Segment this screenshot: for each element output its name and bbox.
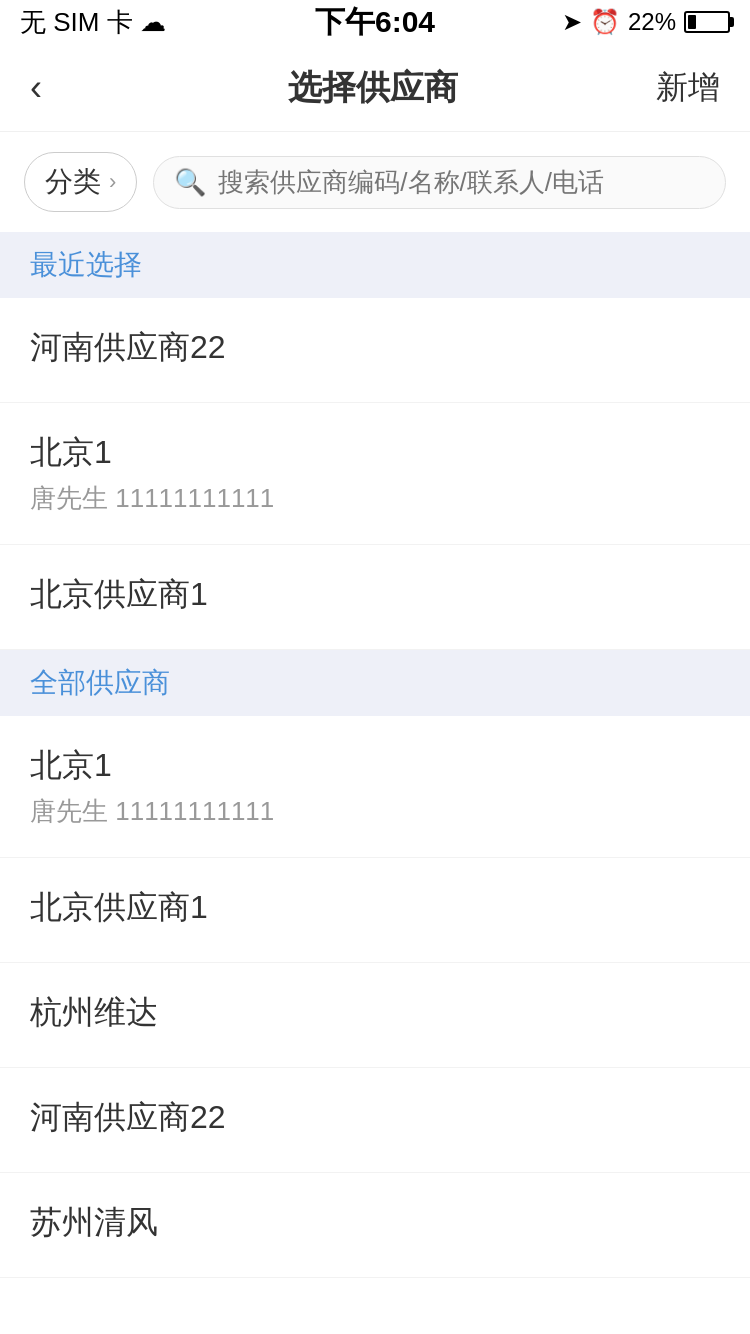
all-list-item[interactable]: 北京供应商1 (0, 858, 750, 963)
item-name: 河南供应商22 (30, 326, 720, 370)
item-sub: 唐先生 11111111111 (30, 481, 720, 516)
add-button[interactable]: 新增 (656, 66, 720, 110)
all-list: 北京1 唐先生 11111111111 北京供应商1 杭州维达河南供应商22 苏州清风 (0, 716, 750, 1278)
item-name: 苏州清风 (30, 1201, 720, 1245)
status-left: 无 SIM 卡 ☁ (20, 5, 166, 40)
item-name: 北京供应商1 (30, 573, 720, 617)
item-name: 河南供应商22 (30, 1096, 720, 1140)
status-right: ➤ ⏰ 22% (562, 8, 730, 36)
all-list-item[interactable]: 杭州维达 (0, 963, 750, 1068)
search-box[interactable]: 🔍 (153, 156, 726, 209)
location-icon: ➤ (562, 8, 582, 36)
chevron-right-icon: › (109, 169, 116, 195)
all-list-item[interactable]: 河南供应商22 (0, 1068, 750, 1173)
page-title: 选择供应商 (288, 65, 458, 111)
recent-list-item[interactable]: 北京供应商1 (0, 545, 750, 650)
item-name: 北京1 (30, 744, 720, 788)
item-name: 杭州维达 (30, 991, 720, 1035)
recent-list: 河南供应商22 北京1 唐先生 11111111111 北京供应商1 (0, 298, 750, 650)
recent-section-header: 最近选择 (0, 232, 750, 298)
category-filter[interactable]: 分类 › (24, 152, 137, 212)
all-section-header: 全部供应商 (0, 650, 750, 716)
status-bar: 无 SIM 卡 ☁ 下午6:04 ➤ ⏰ 22% (0, 0, 750, 44)
all-list-item[interactable]: 苏州清风 (0, 1173, 750, 1278)
nav-bar: ‹ 选择供应商 新增 (0, 44, 750, 132)
recent-list-item[interactable]: 北京1 唐先生 11111111111 (0, 403, 750, 545)
battery-percent: 22% (628, 8, 676, 36)
category-label: 分类 (45, 163, 101, 201)
search-icon: 🔍 (174, 167, 206, 198)
recent-section-label: 最近选择 (30, 249, 142, 280)
item-name: 北京供应商1 (30, 886, 720, 930)
recent-list-item[interactable]: 河南供应商22 (0, 298, 750, 403)
back-button[interactable]: ‹ (30, 67, 90, 109)
all-section-label: 全部供应商 (30, 667, 170, 698)
item-name: 北京1 (30, 431, 720, 475)
item-sub: 唐先生 11111111111 (30, 794, 720, 829)
all-list-item[interactable]: 北京1 唐先生 11111111111 (0, 716, 750, 858)
alarm-icon: ⏰ (590, 8, 620, 36)
status-time: 下午6:04 (315, 2, 435, 43)
battery-icon (684, 11, 730, 33)
search-input[interactable] (218, 167, 705, 198)
filter-bar: 分类 › 🔍 (0, 132, 750, 232)
